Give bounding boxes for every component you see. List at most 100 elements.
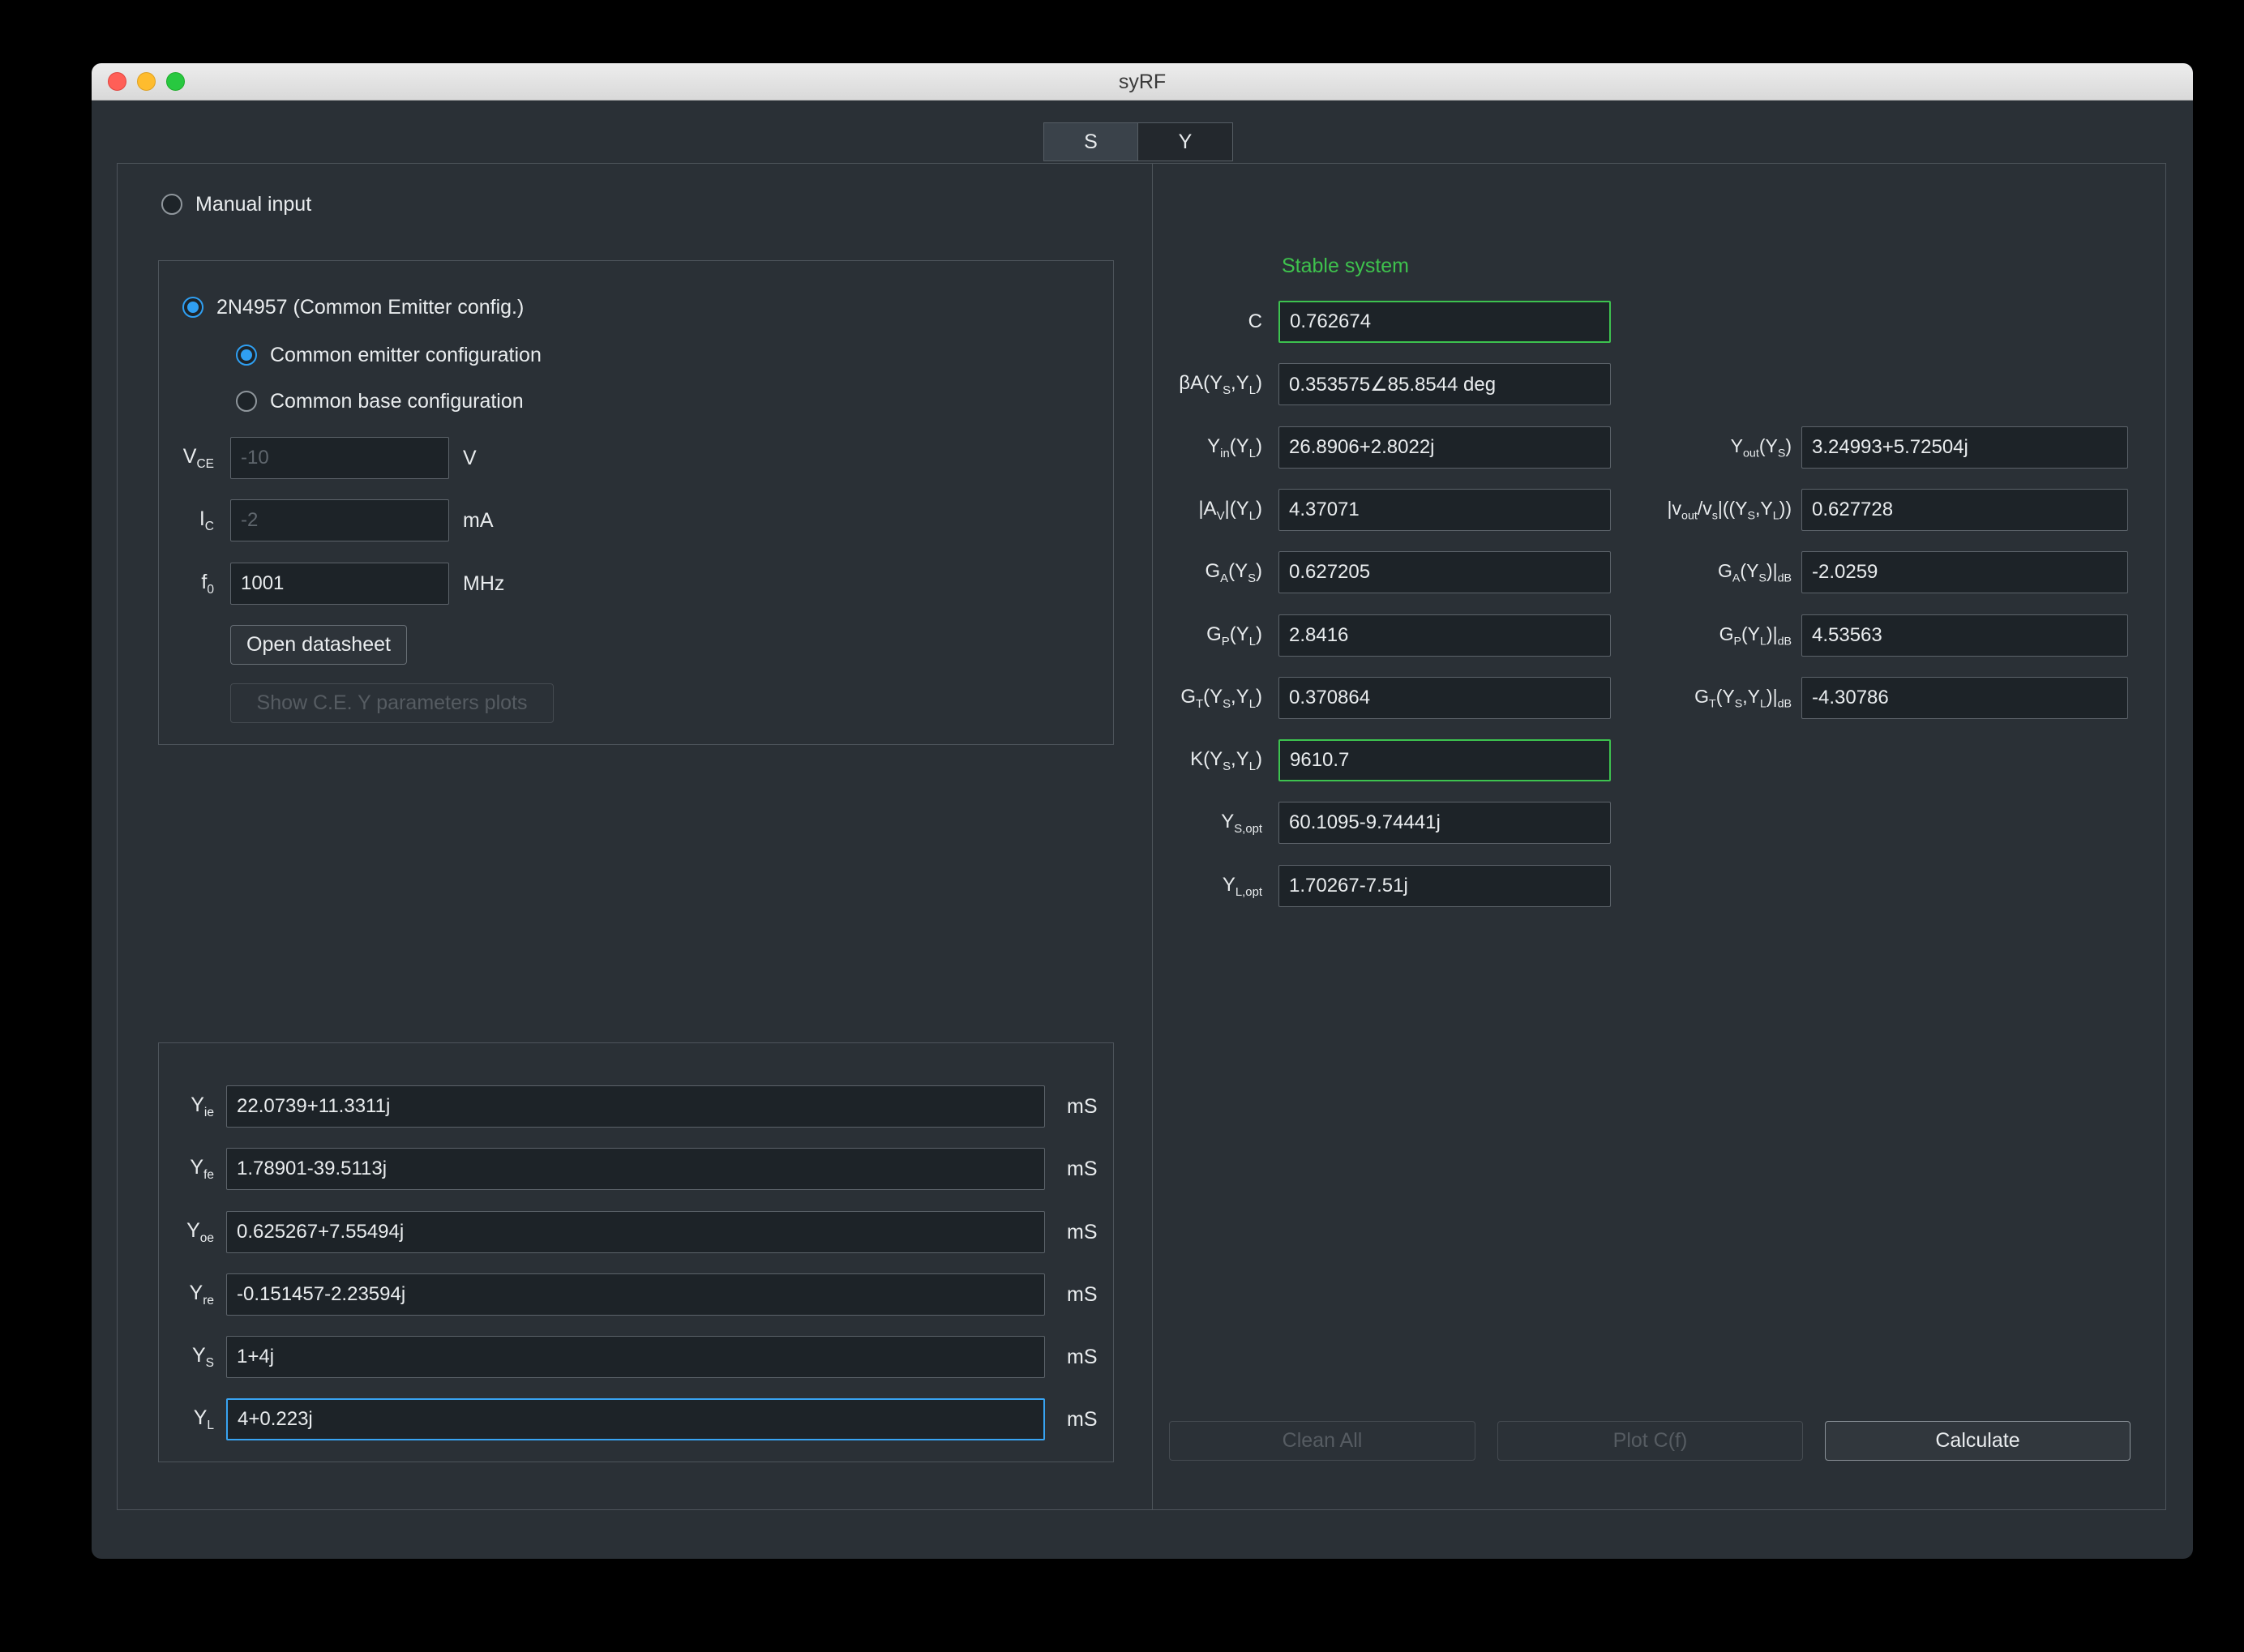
open-datasheet-button[interactable]: Open datasheet: [230, 625, 407, 665]
manual-input-radio[interactable]: Manual input: [161, 193, 311, 216]
ys-input[interactable]: [226, 1336, 1045, 1378]
manual-input-label: Manual input: [195, 192, 312, 216]
f0-label: f0: [201, 570, 214, 597]
ys-opt-row: YS,opt: [1155, 802, 1611, 844]
yin-row: Yin(YL): [1155, 426, 1611, 469]
ic-input[interactable]: [230, 499, 449, 541]
ys-label: YS: [191, 1343, 214, 1370]
gp-db-field[interactable]: [1801, 614, 2128, 657]
av-row: |AV|(YL): [1155, 489, 1611, 531]
f0-unit: MHz: [463, 571, 505, 595]
yl-unit: mS: [1067, 1407, 1098, 1431]
yie-unit: mS: [1067, 1094, 1098, 1118]
vout-vs-row: |vout/vs|((YS,YL)): [1613, 489, 2128, 531]
yre-unit: mS: [1067, 1282, 1098, 1306]
gt-db-row: GT(YS,YL)|dB: [1613, 677, 2128, 719]
k-field[interactable]: [1278, 739, 1611, 781]
titlebar[interactable]: syRF: [92, 63, 2193, 101]
stability-status: Stable system: [1282, 255, 1410, 277]
tab-s[interactable]: S: [1043, 122, 1138, 161]
window-title: syRF: [1118, 71, 1167, 93]
tab-y[interactable]: Y: [1138, 122, 1233, 161]
vce-input[interactable]: [230, 437, 449, 479]
yl-input[interactable]: [226, 1398, 1045, 1440]
yie-input[interactable]: [226, 1085, 1045, 1128]
yoe-row: Yoe mS: [159, 1211, 1113, 1253]
vce-label: VCE: [182, 444, 214, 471]
ys-opt-field[interactable]: [1278, 802, 1611, 844]
yl-label: YL: [193, 1406, 214, 1432]
vout-vs-field[interactable]: [1801, 489, 2128, 531]
yl-row: YL mS: [159, 1398, 1113, 1440]
c-row: C: [1155, 301, 1611, 343]
common-base-label: Common base configuration: [270, 389, 524, 413]
yfe-row: Yfe mS: [159, 1148, 1113, 1190]
yl-opt-row: YL,opt: [1155, 865, 1611, 907]
common-emitter-label: Common emitter configuration: [270, 343, 542, 366]
calculate-button[interactable]: Calculate: [1825, 1421, 2131, 1461]
ic-unit: mA: [463, 508, 494, 532]
yl-opt-label: YL,opt: [1222, 873, 1262, 899]
show-ce-y-plots-button[interactable]: Show C.E. Y parameters plots: [230, 683, 554, 723]
radio-unchecked-icon: [236, 391, 257, 412]
beta-a-label: βA(YS,YL): [1179, 371, 1262, 397]
common-emitter-radio[interactable]: Common emitter configuration: [236, 344, 542, 366]
pane-divider: [1152, 164, 1153, 1509]
ga-db-label: GA(YS)|dB: [1718, 559, 1792, 585]
av-label: |AV|(YL): [1198, 497, 1262, 523]
vce-unit: V: [463, 446, 477, 469]
beta-a-field[interactable]: [1278, 363, 1611, 405]
yout-label: Yout(YS): [1730, 434, 1792, 460]
radio-unchecked-icon: [161, 194, 182, 215]
gt-label: GT(YS,YL): [1180, 685, 1262, 711]
ga-db-row: GA(YS)|dB: [1613, 551, 2128, 593]
radio-checked-icon: [182, 297, 203, 318]
gp-label: GP(YL): [1206, 623, 1262, 648]
ic-row: IC mA: [159, 499, 1113, 541]
yfe-input[interactable]: [226, 1148, 1045, 1190]
gt-db-field[interactable]: [1801, 677, 2128, 719]
ga-row: GA(YS): [1155, 551, 1611, 593]
gt-row: GT(YS,YL): [1155, 677, 1611, 719]
yout-field[interactable]: [1801, 426, 2128, 469]
f0-input[interactable]: [230, 563, 449, 605]
transistor-model-radio[interactable]: 2N4957 (Common Emitter config.): [182, 296, 524, 319]
desktop-background: syRF S Y Manual input 2N4957 (Common Emi…: [0, 0, 2244, 1652]
yre-label: Yre: [189, 1281, 214, 1307]
yfe-label: Yfe: [190, 1155, 214, 1182]
yie-label: Yie: [191, 1093, 214, 1119]
c-label: C: [1248, 310, 1262, 332]
ga-db-field[interactable]: [1801, 551, 2128, 593]
gp-db-row: GP(YL)|dB: [1613, 614, 2128, 657]
plot-cf-button[interactable]: Plot C(f): [1497, 1421, 1803, 1461]
av-field[interactable]: [1278, 489, 1611, 531]
yoe-input[interactable]: [226, 1211, 1045, 1253]
clean-all-button[interactable]: Clean All: [1169, 1421, 1475, 1461]
ga-field[interactable]: [1278, 551, 1611, 593]
yfe-unit: mS: [1067, 1157, 1098, 1180]
gp-row: GP(YL): [1155, 614, 1611, 657]
k-row: K(YS,YL): [1155, 739, 1611, 781]
radio-checked-icon: [236, 345, 257, 366]
yin-label: Yin(YL): [1207, 434, 1262, 460]
common-base-radio[interactable]: Common base configuration: [236, 390, 524, 413]
yin-field[interactable]: [1278, 426, 1611, 469]
gp-field[interactable]: [1278, 614, 1611, 657]
transistor-model-label: 2N4957 (Common Emitter config.): [216, 295, 525, 319]
gt-field[interactable]: [1278, 677, 1611, 719]
yre-input[interactable]: [226, 1273, 1045, 1316]
tab-bar: S Y: [1043, 122, 1233, 161]
app-window: syRF S Y Manual input 2N4957 (Common Emi…: [92, 63, 2193, 1559]
yl-opt-field[interactable]: [1278, 865, 1611, 907]
vce-row: VCE V: [159, 437, 1113, 479]
gp-db-label: GP(YL)|dB: [1719, 623, 1792, 648]
main-panel: Manual input 2N4957 (Common Emitter conf…: [117, 163, 2166, 1510]
gt-db-label: GT(YS,YL)|dB: [1694, 685, 1792, 711]
ys-row: YS mS: [159, 1336, 1113, 1378]
k-label: K(YS,YL): [1190, 747, 1262, 773]
ys-opt-label: YS,opt: [1221, 810, 1262, 836]
c-field[interactable]: [1278, 301, 1611, 343]
ys-unit: mS: [1067, 1345, 1098, 1368]
transistor-group: 2N4957 (Common Emitter config.) Common e…: [158, 260, 1114, 745]
yoe-unit: mS: [1067, 1220, 1098, 1243]
